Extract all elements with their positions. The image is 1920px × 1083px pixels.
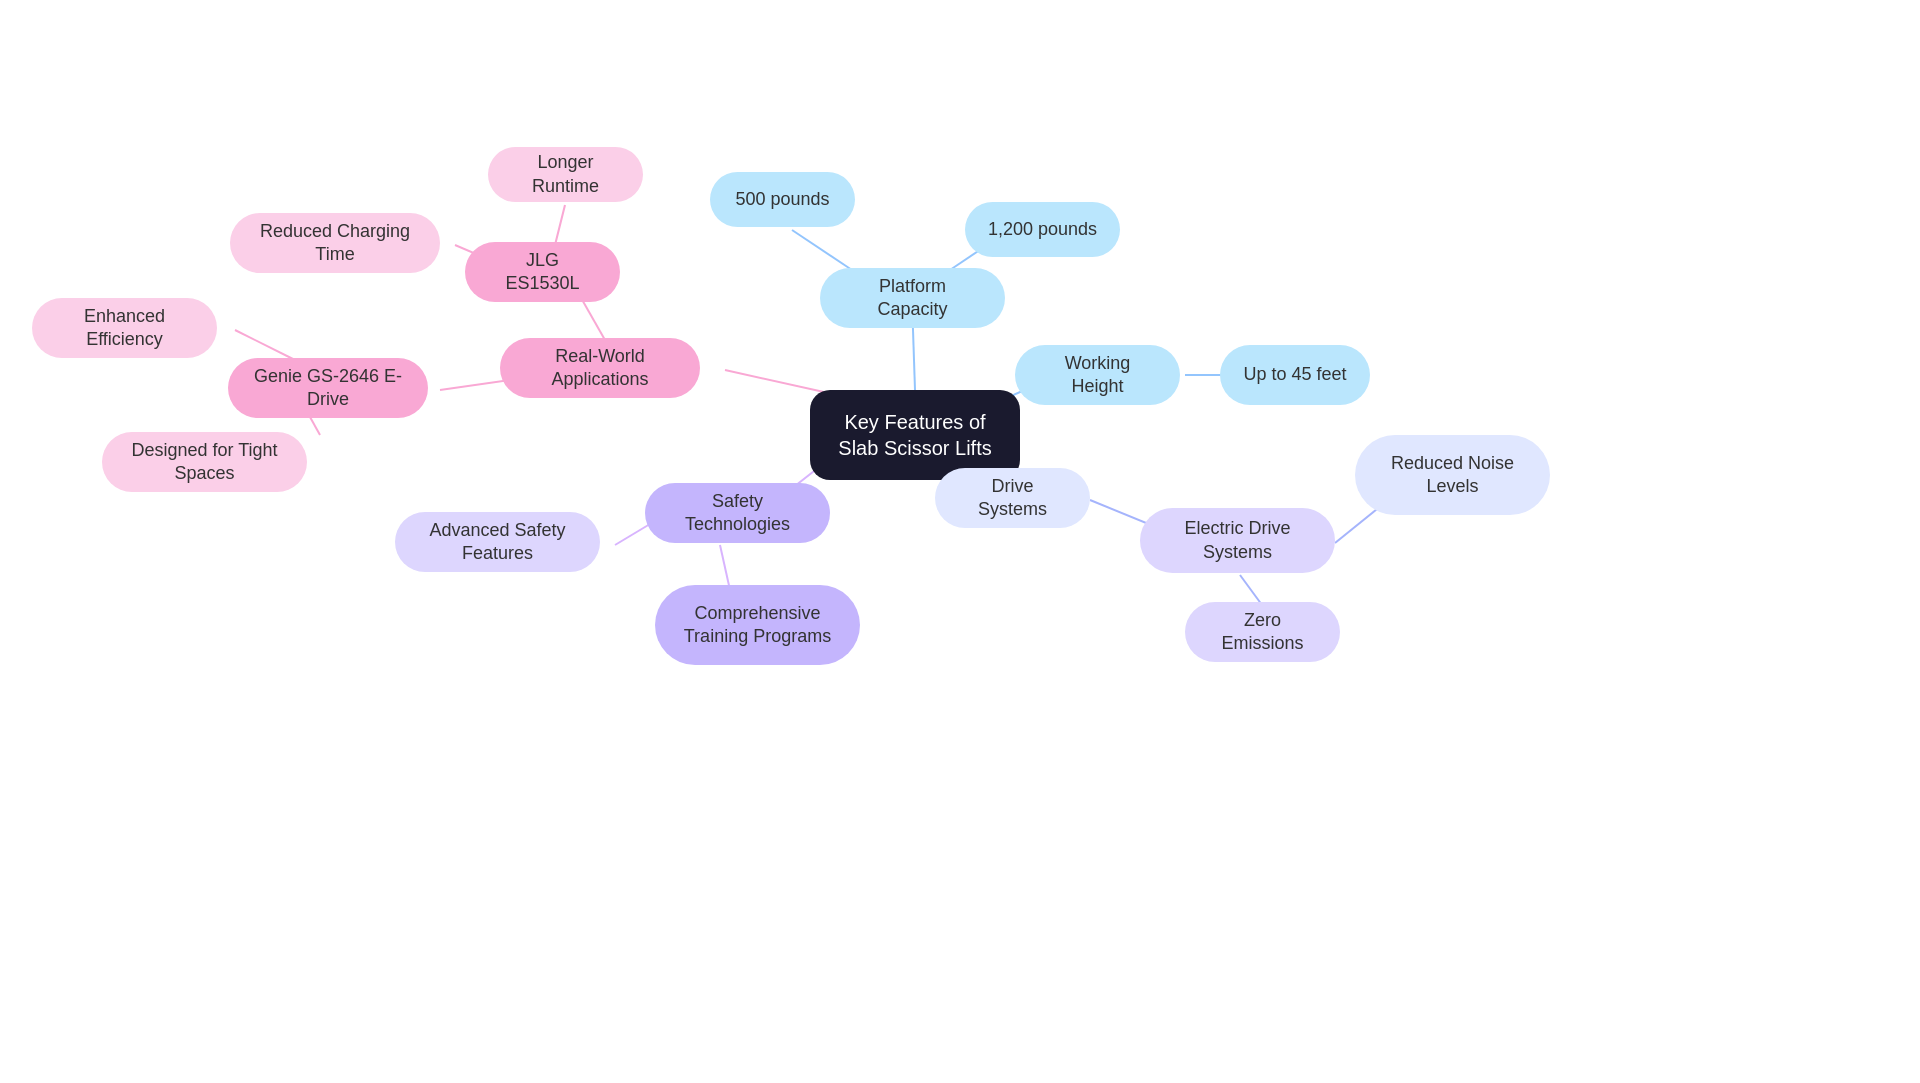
svg-line-8 bbox=[1240, 575, 1262, 605]
jlg-node: JLG ES1530L bbox=[465, 242, 620, 302]
real-world-label: Real-World Applications bbox=[522, 345, 678, 392]
reduced-charging-node: Reduced Charging Time bbox=[230, 213, 440, 273]
working-height-label: Working Height bbox=[1037, 352, 1158, 399]
safety-tech-label: Safety Technologies bbox=[667, 490, 808, 537]
pounds-500-label: 500 pounds bbox=[735, 188, 829, 211]
center-label: Key Features of Slab Scissor Lifts bbox=[832, 409, 998, 461]
reduced-charging-label: Reduced Charging Time bbox=[252, 220, 418, 267]
genie-label: Genie GS-2646 E-Drive bbox=[250, 365, 406, 412]
zero-emissions-label: Zero Emissions bbox=[1207, 609, 1318, 656]
pounds-1200-label: 1,200 pounds bbox=[988, 218, 1097, 241]
drive-systems-node: Drive Systems bbox=[935, 468, 1090, 528]
safety-tech-node: Safety Technologies bbox=[645, 483, 830, 543]
working-height-node: Working Height bbox=[1015, 345, 1180, 405]
drive-systems-label: Drive Systems bbox=[957, 475, 1068, 522]
electric-drive-label: Electric Drive Systems bbox=[1162, 517, 1313, 564]
electric-drive-node: Electric Drive Systems bbox=[1140, 508, 1335, 573]
enhanced-efficiency-label: Enhanced Efficiency bbox=[54, 305, 195, 352]
svg-line-17 bbox=[235, 330, 295, 360]
svg-line-11 bbox=[720, 545, 730, 590]
longer-runtime-label: Longer Runtime bbox=[510, 151, 621, 198]
up-to-45-node: Up to 45 feet bbox=[1220, 345, 1370, 405]
genie-node: Genie GS-2646 E-Drive bbox=[228, 358, 428, 418]
real-world-node: Real-World Applications bbox=[500, 338, 700, 398]
platform-capacity-node: Platform Capacity bbox=[820, 268, 1005, 328]
advanced-safety-node: Advanced Safety Features bbox=[395, 512, 600, 572]
reduced-noise-node: Reduced Noise Levels bbox=[1355, 435, 1550, 515]
tight-spaces-node: Designed for Tight Spaces bbox=[102, 432, 307, 492]
svg-line-14 bbox=[555, 205, 565, 245]
training-label: Comprehensive Training Programs bbox=[677, 602, 838, 649]
platform-capacity-label: Platform Capacity bbox=[842, 275, 983, 322]
pounds-500-node: 500 pounds bbox=[710, 172, 855, 227]
jlg-label: JLG ES1530L bbox=[487, 249, 598, 296]
zero-emissions-node: Zero Emissions bbox=[1185, 602, 1340, 662]
tight-spaces-label: Designed for Tight Spaces bbox=[124, 439, 285, 486]
svg-line-1 bbox=[792, 230, 852, 270]
center-node: Key Features of Slab Scissor Lifts bbox=[810, 390, 1020, 480]
longer-runtime-node: Longer Runtime bbox=[488, 147, 643, 202]
enhanced-efficiency-node: Enhanced Efficiency bbox=[32, 298, 217, 358]
pounds-1200-node: 1,200 pounds bbox=[965, 202, 1120, 257]
advanced-safety-label: Advanced Safety Features bbox=[417, 519, 578, 566]
up-to-45-label: Up to 45 feet bbox=[1243, 363, 1346, 386]
training-node: Comprehensive Training Programs bbox=[655, 585, 860, 665]
reduced-noise-label: Reduced Noise Levels bbox=[1377, 452, 1528, 499]
